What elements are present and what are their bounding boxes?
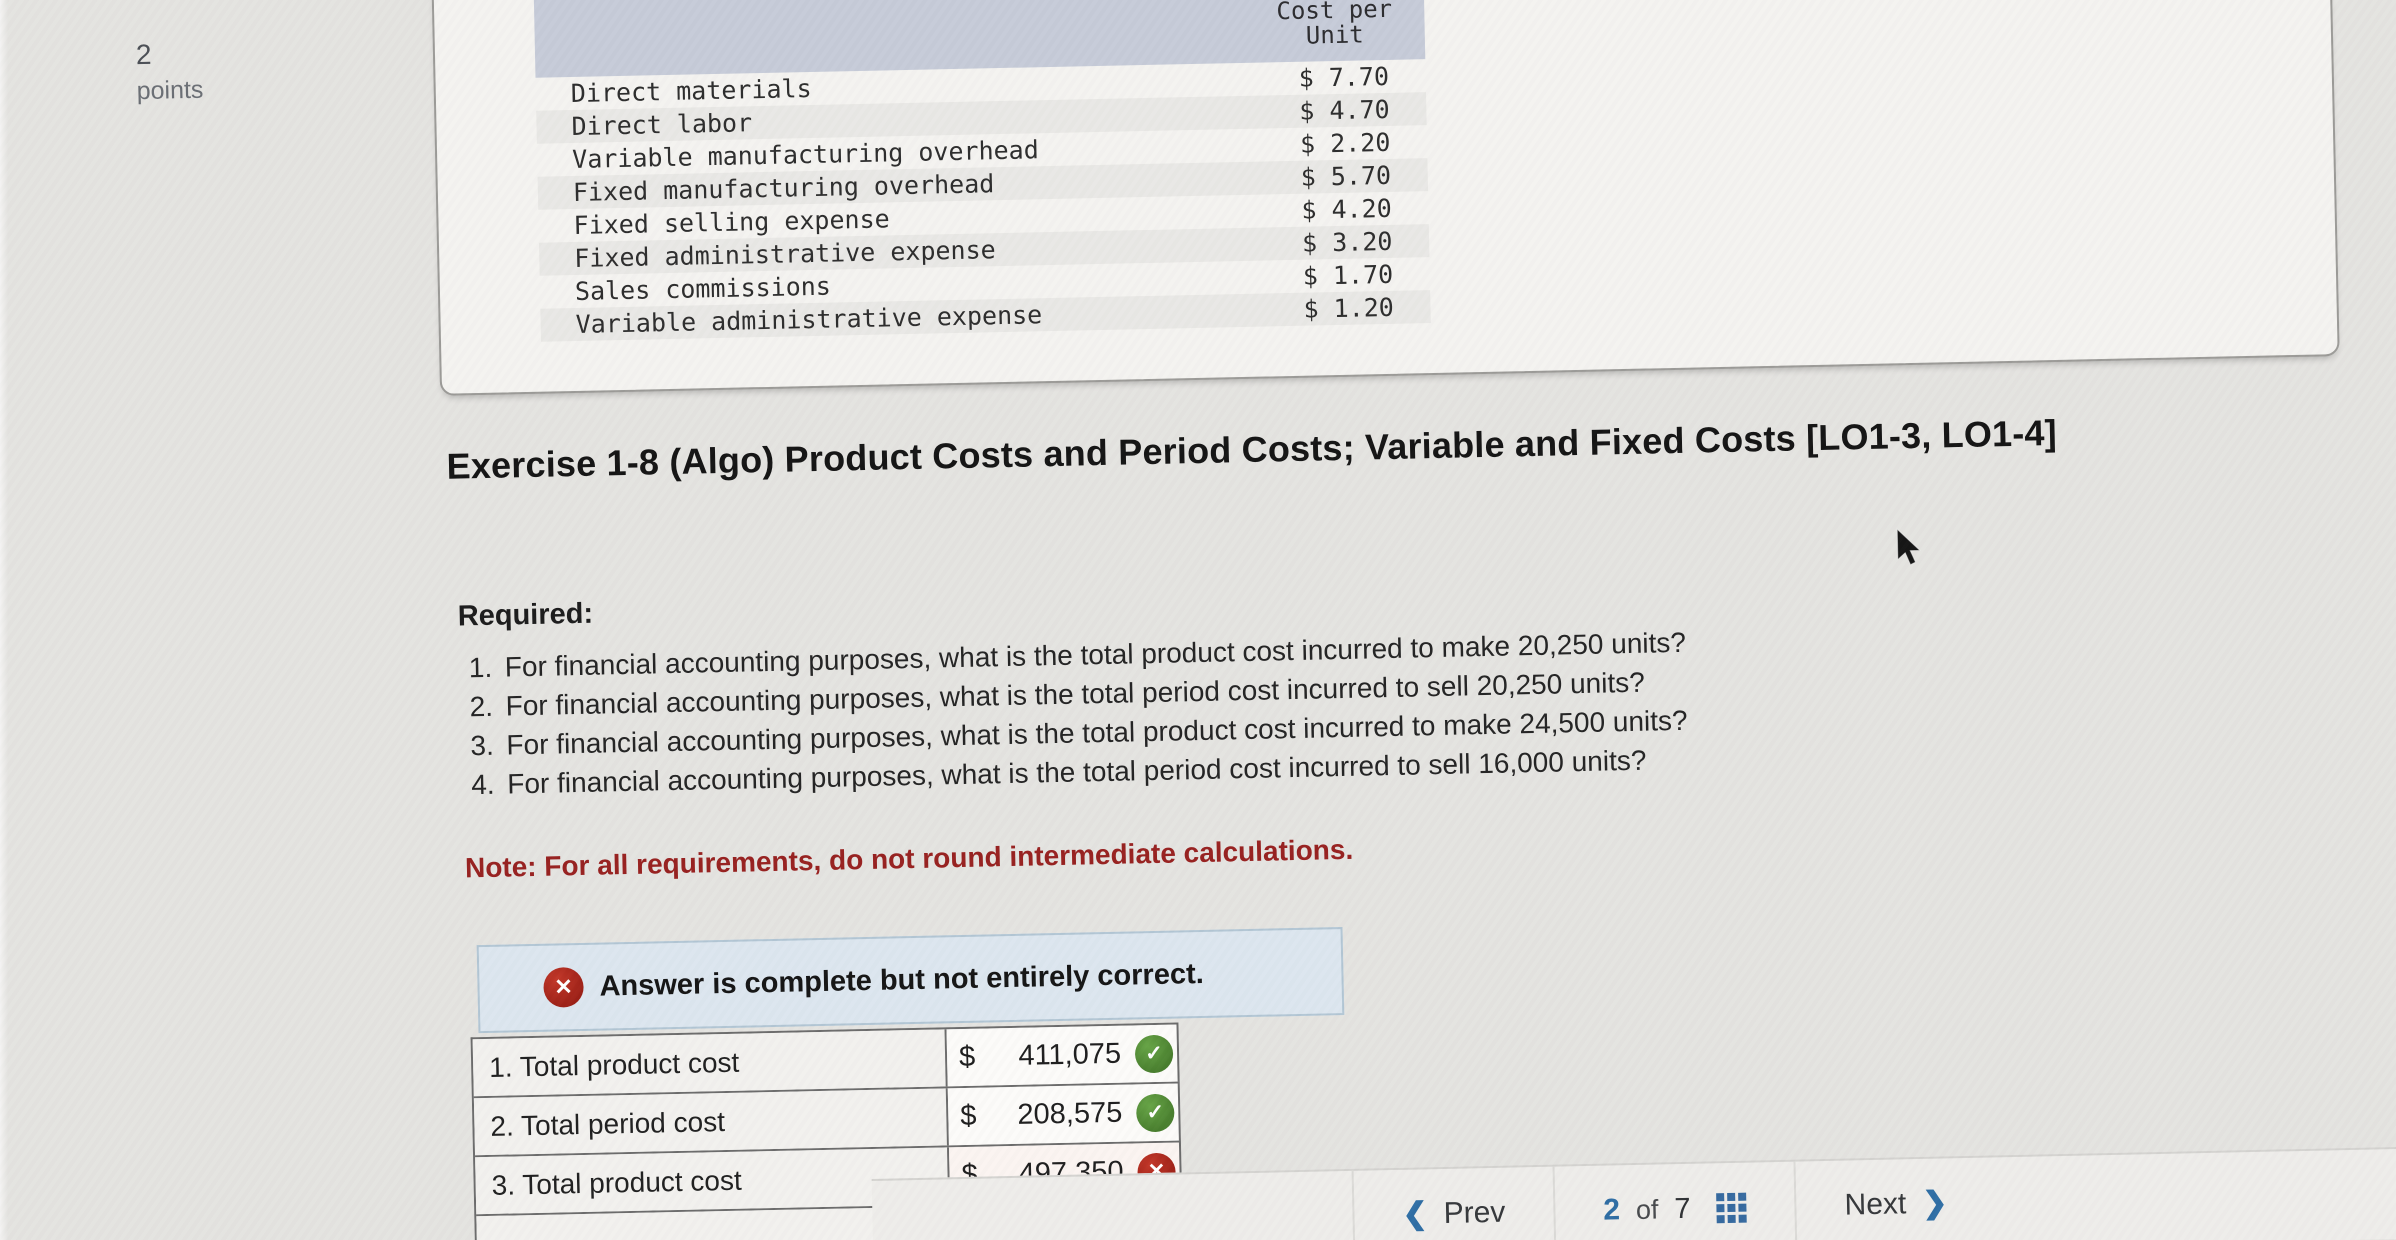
points-label: points: [136, 75, 203, 106]
x-circle-icon: ✕: [543, 967, 584, 1008]
chevron-right-icon: ❯: [1922, 1188, 1948, 1219]
cost-label: Variable administrative expense: [540, 300, 1042, 339]
cost-label: Direct materials: [536, 74, 812, 109]
page-current: 2: [1603, 1193, 1620, 1227]
question-number: 4.: [471, 768, 508, 801]
cost-value: $ 1.20: [1303, 293, 1394, 324]
cost-label: Sales commissions: [540, 272, 831, 307]
next-button[interactable]: Next ❯: [1794, 1157, 1997, 1240]
check-circle-icon: ✓: [1135, 1034, 1174, 1073]
screen-edge-glare: [0, 0, 8, 1240]
points-indicator: 2 points: [136, 39, 204, 106]
pager-spacer: [872, 1171, 1354, 1240]
question-number: 3.: [470, 729, 507, 762]
chevron-left-icon: ❮: [1402, 1199, 1428, 1230]
page-indicator: 2 of 7: [1552, 1162, 1795, 1240]
page-total: 7: [1674, 1192, 1691, 1225]
header-line: Unit: [1215, 20, 1455, 50]
cost-table: Direct materials $ 7.70 Direct labor $ 4…: [535, 59, 1430, 342]
check-circle-icon: ✓: [1136, 1093, 1175, 1132]
cost-value: $ 7.70: [1298, 62, 1389, 93]
answer-amount: 411,075: [1018, 1038, 1121, 1073]
question-card: Average Cost per Unit Direct materials $…: [430, 0, 2340, 396]
cost-value: $ 1.70: [1303, 260, 1394, 291]
cost-table-header-text: Average Cost per Unit: [1214, 0, 1456, 51]
answer-input-cell[interactable]: $ 411,075 ✓: [947, 1024, 1180, 1086]
feedback-banner: ✕ Answer is complete but not entirely co…: [477, 927, 1345, 1033]
cost-label: Fixed selling expense: [538, 204, 890, 240]
page-of-label: of: [1636, 1194, 1659, 1225]
currency-symbol: $: [948, 1100, 977, 1134]
grid-squares: [1716, 1193, 1724, 1201]
points-value: 2: [136, 39, 203, 70]
cost-value: $ 4.70: [1299, 95, 1390, 126]
feedback-message: Answer is complete but not entirely corr…: [599, 957, 1204, 1003]
page-content: 2 points Average Cost per Unit Direct ma…: [0, 0, 2396, 1240]
page-title: Exercise 1-8 (Algo) Product Costs and Pe…: [446, 408, 2226, 487]
prev-button[interactable]: ❮ Prev: [1352, 1167, 1555, 1240]
question-number: 1.: [469, 651, 506, 684]
mouse-cursor-icon: [1895, 528, 1924, 569]
required-heading: Required:: [457, 598, 593, 634]
answer-row-label: 2. Total period cost: [474, 1088, 949, 1155]
cost-label: Direct labor: [536, 108, 752, 142]
next-label: Next: [1844, 1187, 1906, 1222]
answer-row-label: 1. Total product cost: [473, 1029, 948, 1096]
prev-label: Prev: [1443, 1196, 1505, 1231]
answer-input-cell[interactable]: $ 208,575 ✓: [948, 1083, 1181, 1145]
cost-value: $ 4.20: [1301, 194, 1392, 225]
cost-value: $ 2.20: [1300, 128, 1391, 159]
cost-value: $ 5.70: [1300, 161, 1391, 192]
currency-symbol: $: [947, 1041, 976, 1075]
question-list: 1. For financial accounting purposes, wh…: [468, 623, 1688, 804]
answer-amount: 208,575: [1017, 1097, 1122, 1132]
cost-value: $ 3.20: [1302, 227, 1393, 258]
note-text: Note: For all requirements, do not round…: [465, 834, 1354, 885]
question-number: 2.: [469, 690, 506, 723]
question-map-icon[interactable]: [1716, 1193, 1747, 1224]
screen-photo: 2 points Average Cost per Unit Direct ma…: [0, 0, 2396, 1240]
